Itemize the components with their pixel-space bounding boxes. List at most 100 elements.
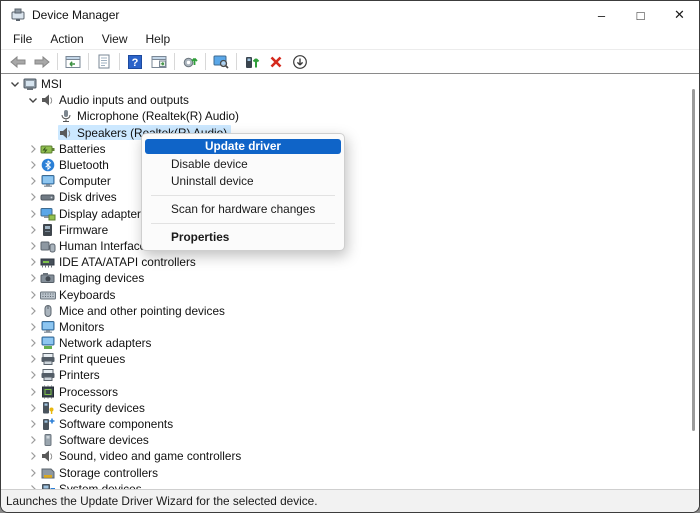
tree-node[interactable]: Print queues (40, 352, 129, 367)
tree-item[interactable]: IDE ATA/ATAPI controllers (1, 254, 699, 270)
chevron-right-icon[interactable] (25, 320, 40, 333)
tree-item[interactable]: Storage controllers (1, 465, 699, 481)
tree-item[interactable]: Batteries (1, 141, 699, 157)
chevron-right-icon[interactable] (25, 304, 40, 317)
chevron-right-icon[interactable] (25, 256, 40, 269)
tree-item[interactable]: Computer (1, 173, 699, 189)
context-menu-item-properties[interactable]: Properties (145, 229, 341, 246)
tree-node[interactable]: Keyboards (40, 287, 119, 302)
tree-node[interactable]: Software components (40, 417, 177, 432)
tree-item[interactable]: Bluetooth (1, 157, 699, 173)
imaging-icon (40, 271, 58, 285)
chevron-right-icon[interactable] (25, 401, 40, 414)
action-pane-button[interactable] (147, 51, 171, 73)
tree-item[interactable]: Disk drives (1, 189, 699, 205)
tree-node[interactable]: Microphone (Realtek(R) Audio) (58, 109, 243, 124)
chevron-right-icon[interactable] (25, 450, 40, 463)
tree-item[interactable]: Print queues (1, 351, 699, 367)
tree-item[interactable]: Audio inputs and outputs (1, 92, 699, 108)
tree-node[interactable]: Disk drives (40, 190, 121, 205)
toolbar-separator (174, 53, 175, 70)
tree-node[interactable]: Sound, video and game controllers (40, 449, 245, 464)
tree-item[interactable]: Network adapters (1, 335, 699, 351)
chevron-down-icon[interactable] (7, 78, 22, 91)
minimize-button[interactable]: – (582, 1, 621, 29)
tree-node[interactable]: Storage controllers (40, 465, 162, 480)
chevron-right-icon[interactable] (25, 175, 40, 188)
tree-item[interactable]: Sound, video and game controllers (1, 448, 699, 464)
vertical-scrollbar[interactable] (692, 89, 695, 431)
help-button[interactable]: ? (123, 51, 147, 73)
tree-item[interactable]: Microphone (Realtek(R) Audio) (1, 108, 699, 124)
tree-item[interactable]: Security devices (1, 400, 699, 416)
properties-page-button[interactable] (92, 51, 116, 73)
tree-item[interactable]: Software components (1, 416, 699, 432)
update-gear-button[interactable] (178, 51, 202, 73)
chevron-right-icon[interactable] (25, 207, 40, 220)
tree-node[interactable]: Firmware (40, 222, 112, 237)
forward-arrow-button[interactable] (30, 51, 54, 73)
chevron-right-icon[interactable] (25, 239, 40, 252)
tree-item[interactable]: MSI (1, 76, 699, 92)
tree-node[interactable]: Imaging devices (40, 271, 148, 286)
chevron-right-icon[interactable] (25, 142, 40, 155)
close-button[interactable]: ✕ (660, 1, 699, 29)
tree-node[interactable]: Network adapters (40, 336, 155, 351)
maximize-button[interactable]: □ (621, 1, 660, 29)
tree-item[interactable]: Speakers (Realtek(R) Audio) (1, 125, 699, 141)
scan-hardware-button[interactable] (209, 51, 233, 73)
chevron-right-icon[interactable] (25, 482, 40, 489)
chevron-right-icon[interactable] (25, 369, 40, 382)
tree-node[interactable]: System devices (40, 481, 146, 489)
chevron-right-icon[interactable] (25, 434, 40, 447)
tree-node[interactable]: IDE ATA/ATAPI controllers (40, 255, 200, 270)
update-driver-button[interactable] (240, 51, 264, 73)
tree-item[interactable]: System devices (1, 481, 699, 489)
console-tree-button[interactable] (61, 51, 85, 73)
tree-node[interactable]: MSI (22, 77, 66, 92)
tree-item[interactable]: Monitors (1, 319, 699, 335)
chevron-down-icon[interactable] (25, 94, 40, 107)
tree-node[interactable]: Audio inputs and outputs (40, 93, 193, 108)
disable-button[interactable] (288, 51, 312, 73)
tree-item[interactable]: Human Interface Devices (1, 238, 699, 254)
tree-item[interactable]: Printers (1, 367, 699, 383)
chevron-right-icon[interactable] (25, 159, 40, 172)
context-menu-item-update-driver[interactable]: Update driver (145, 139, 341, 154)
chevron-right-icon[interactable] (25, 418, 40, 431)
context-menu-item-scan-for-hardware-changes[interactable]: Scan for hardware changes (145, 201, 341, 218)
tree-node[interactable]: Display adapters (40, 206, 151, 221)
tree-node[interactable]: Security devices (40, 400, 149, 415)
menu-view[interactable]: View (93, 30, 137, 48)
tree-node[interactable]: Software devices (40, 433, 153, 448)
chevron-right-icon[interactable] (25, 272, 40, 285)
tree-node[interactable]: Bluetooth (40, 158, 113, 173)
tree-item[interactable]: Firmware (1, 222, 699, 238)
tree-item[interactable]: Software devices (1, 432, 699, 448)
context-menu-item-disable-device[interactable]: Disable device (145, 156, 341, 173)
chevron-right-icon[interactable] (25, 466, 40, 479)
tree-item[interactable]: Mice and other pointing devices (1, 303, 699, 319)
tree-item[interactable]: Processors (1, 384, 699, 400)
tree-node[interactable]: Printers (40, 368, 104, 383)
tree-node[interactable]: Processors (40, 384, 122, 399)
tree-item[interactable]: Imaging devices (1, 270, 699, 286)
context-menu-item-uninstall-device[interactable]: Uninstall device (145, 173, 341, 190)
tree-node[interactable]: Mice and other pointing devices (40, 303, 229, 318)
chevron-right-icon[interactable] (25, 337, 40, 350)
chevron-right-icon[interactable] (25, 191, 40, 204)
chevron-right-icon[interactable] (25, 288, 40, 301)
chevron-right-icon[interactable] (25, 353, 40, 366)
menu-help[interactable]: Help (137, 30, 180, 48)
tree-item[interactable]: Display adapters (1, 206, 699, 222)
back-arrow-button[interactable] (6, 51, 30, 73)
menu-file[interactable]: File (4, 30, 41, 48)
menu-action[interactable]: Action (41, 30, 92, 48)
tree-node[interactable]: Monitors (40, 319, 108, 334)
chevron-right-icon[interactable] (25, 223, 40, 236)
uninstall-button[interactable] (264, 51, 288, 73)
tree-node[interactable]: Batteries (40, 141, 110, 156)
chevron-right-icon[interactable] (25, 385, 40, 398)
tree-node[interactable]: Computer (40, 174, 115, 189)
tree-item[interactable]: Keyboards (1, 286, 699, 302)
